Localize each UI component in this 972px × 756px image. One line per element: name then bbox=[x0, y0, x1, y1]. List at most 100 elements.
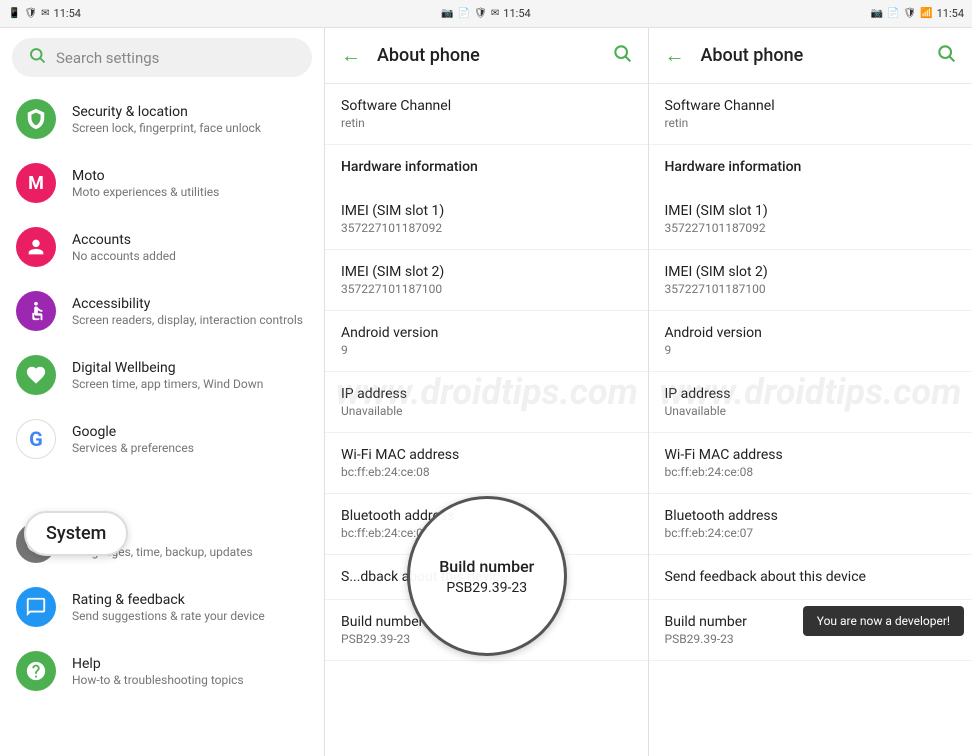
message-icon-center: ✉ bbox=[491, 8, 499, 19]
p2-imei1-value: 357227101187092 bbox=[665, 221, 957, 235]
accessibility-icon-circle bbox=[16, 291, 56, 331]
p2-bt-label: Bluetooth address bbox=[665, 508, 957, 524]
photo-icon-right: 📷 bbox=[871, 8, 883, 19]
p2-av-value: 9 bbox=[665, 343, 957, 357]
search-placeholder: Search settings bbox=[56, 49, 159, 67]
accessibility-text: Accessibility Screen readers, display, i… bbox=[72, 296, 303, 327]
p2-hardware-title: Hardware information bbox=[665, 159, 957, 175]
developer-toast: You are now a developer! bbox=[803, 606, 964, 636]
status-center: 📷 📄 🛡 ✉ 11:54 bbox=[327, 7, 646, 20]
help-text: Help How-to & troubleshooting topics bbox=[72, 656, 244, 687]
status-right: 📷 📄 🛡 📶 11:54 bbox=[645, 7, 964, 20]
p2-software-channel[interactable]: Software Channel retin bbox=[649, 84, 972, 145]
main-layout: Search settings Security & location Scre… bbox=[0, 28, 972, 756]
p1-hardware-title: Hardware information bbox=[341, 159, 632, 175]
panel-2-title: About phone bbox=[701, 45, 921, 66]
help-title: Help bbox=[72, 656, 244, 672]
sidebar-item-rating[interactable]: Rating & feedback Send suggestions & rat… bbox=[0, 575, 324, 639]
help-icon-circle bbox=[16, 651, 56, 691]
p2-sc-value: retin bbox=[665, 116, 957, 130]
build-circle-title: Build number bbox=[439, 557, 534, 576]
p1-imei1-label: IMEI (SIM slot 1) bbox=[341, 203, 632, 219]
sidebar-item-digital-wellbeing[interactable]: Digital Wellbeing Screen time, app timer… bbox=[0, 343, 324, 407]
p2-ip-address[interactable]: IP address Unavailable bbox=[649, 372, 972, 433]
accounts-icon-circle bbox=[16, 227, 56, 267]
right-panels: ← About phone Software Channel retin Har… bbox=[325, 28, 972, 756]
moto-title: Moto bbox=[72, 168, 219, 184]
shield-icon-center: 🛡 bbox=[474, 8, 487, 19]
p1-wifi-mac[interactable]: Wi-Fi MAC address bc:ff:eb:24:ce:08 bbox=[325, 433, 648, 494]
digital-wellbeing-text: Digital Wellbeing Screen time, app timer… bbox=[72, 360, 263, 391]
p2-bt-value: bc:ff:eb:24:ce:07 bbox=[665, 526, 957, 540]
moto-text: Moto Moto experiences & utilities bbox=[72, 168, 219, 199]
p1-imei2-value: 357227101187100 bbox=[341, 282, 632, 296]
system-tooltip: System bbox=[24, 511, 128, 556]
accessibility-subtitle: Screen readers, display, interaction con… bbox=[72, 313, 303, 327]
time-left: 11:54 bbox=[54, 7, 81, 20]
security-subtitle: Screen lock, fingerprint, face unlock bbox=[72, 121, 261, 135]
moto-subtitle: Moto experiences & utilities bbox=[72, 185, 219, 199]
p2-imei2-value: 357227101187100 bbox=[665, 282, 957, 296]
p2-imei1[interactable]: IMEI (SIM slot 1) 357227101187092 bbox=[649, 189, 972, 250]
p1-imei2-label: IMEI (SIM slot 2) bbox=[341, 264, 632, 280]
sidebar-item-accounts[interactable]: Accounts No accounts added bbox=[0, 215, 324, 279]
p1-imei1-value: 357227101187092 bbox=[341, 221, 632, 235]
left-panel: Search settings Security & location Scre… bbox=[0, 28, 325, 756]
p2-bluetooth[interactable]: Bluetooth address bc:ff:eb:24:ce:07 bbox=[649, 494, 972, 555]
google-icon-circle: G bbox=[16, 419, 56, 459]
moto-icon: M bbox=[28, 173, 44, 194]
p2-ip-value: Unavailable bbox=[665, 404, 957, 418]
shield-icon-left: 🛡 bbox=[24, 8, 37, 19]
p2-av-label: Android version bbox=[665, 325, 957, 341]
digital-wellbeing-icon-circle bbox=[16, 355, 56, 395]
back-arrow-2[interactable]: ← bbox=[665, 43, 685, 68]
panel-2-content: Software Channel retin Hardware informat… bbox=[649, 84, 972, 756]
accounts-title: Accounts bbox=[72, 232, 176, 248]
security-icon-circle bbox=[16, 99, 56, 139]
p1-android-version[interactable]: Android version 9 bbox=[325, 311, 648, 372]
phone-icon: 📱 bbox=[8, 8, 20, 19]
p1-imei2[interactable]: IMEI (SIM slot 2) 357227101187100 bbox=[325, 250, 648, 311]
p1-imei1[interactable]: IMEI (SIM slot 1) 357227101187092 bbox=[325, 189, 648, 250]
rating-text: Rating & feedback Send suggestions & rat… bbox=[72, 592, 265, 623]
search-btn-1[interactable] bbox=[612, 43, 632, 68]
p2-imei2[interactable]: IMEI (SIM slot 2) 357227101187100 bbox=[649, 250, 972, 311]
photo-icon-center: 📷 bbox=[441, 8, 453, 19]
p1-wifi-label: Wi-Fi MAC address bbox=[341, 447, 632, 463]
p1-hardware-header: Hardware information bbox=[325, 145, 648, 189]
panel-2-header: ← About phone bbox=[649, 28, 972, 84]
time-center: 11:54 bbox=[503, 7, 530, 20]
back-arrow-1[interactable]: ← bbox=[341, 43, 361, 68]
about-panel-2: ← About phone Software Channel retin Har… bbox=[649, 28, 972, 756]
p2-send-feedback[interactable]: Send feedback about this device bbox=[649, 555, 972, 600]
message-icon-left: ✉ bbox=[41, 8, 49, 19]
p1-ip-label: IP address bbox=[341, 386, 632, 402]
search-btn-2[interactable] bbox=[936, 43, 956, 68]
p2-android-version[interactable]: Android version 9 bbox=[649, 311, 972, 372]
p2-ip-label: IP address bbox=[665, 386, 957, 402]
sidebar-item-moto[interactable]: M Moto Moto experiences & utilities bbox=[0, 151, 324, 215]
sidebar-item-help[interactable]: Help How-to & troubleshooting topics bbox=[0, 639, 324, 703]
p2-wifi-mac[interactable]: Wi-Fi MAC address bc:ff:eb:24:ce:08 bbox=[649, 433, 972, 494]
sidebar-item-google[interactable]: G Google Services & preferences bbox=[0, 407, 324, 471]
p1-software-channel[interactable]: Software Channel retin bbox=[325, 84, 648, 145]
security-text: Security & location Screen lock, fingerp… bbox=[72, 104, 261, 135]
p1-av-value: 9 bbox=[341, 343, 632, 357]
security-title: Security & location bbox=[72, 104, 261, 120]
search-bar[interactable]: Search settings bbox=[12, 38, 312, 77]
p1-ip-value: Unavailable bbox=[341, 404, 632, 418]
p2-hardware-header: Hardware information bbox=[649, 145, 972, 189]
about-panel-2-wrapper: ← About phone Software Channel retin Har… bbox=[649, 28, 972, 756]
moto-icon-circle: M bbox=[16, 163, 56, 203]
rating-subtitle: Send suggestions & rate your device bbox=[72, 609, 265, 623]
p1-ip-address[interactable]: IP address Unavailable bbox=[325, 372, 648, 433]
p1-sc-label: Software Channel bbox=[341, 98, 632, 114]
p1-wifi-value: bc:ff:eb:24:ce:08 bbox=[341, 465, 632, 479]
build-circle-overlay: Build number PSB29.39-23 bbox=[407, 496, 567, 656]
sidebar-item-security[interactable]: Security & location Screen lock, fingerp… bbox=[0, 87, 324, 151]
p2-wifi-value: bc:ff:eb:24:ce:08 bbox=[665, 465, 957, 479]
p1-sc-value: retin bbox=[341, 116, 632, 130]
p2-imei1-label: IMEI (SIM slot 1) bbox=[665, 203, 957, 219]
sidebar-item-accessibility[interactable]: Accessibility Screen readers, display, i… bbox=[0, 279, 324, 343]
google-title: Google bbox=[72, 424, 194, 440]
